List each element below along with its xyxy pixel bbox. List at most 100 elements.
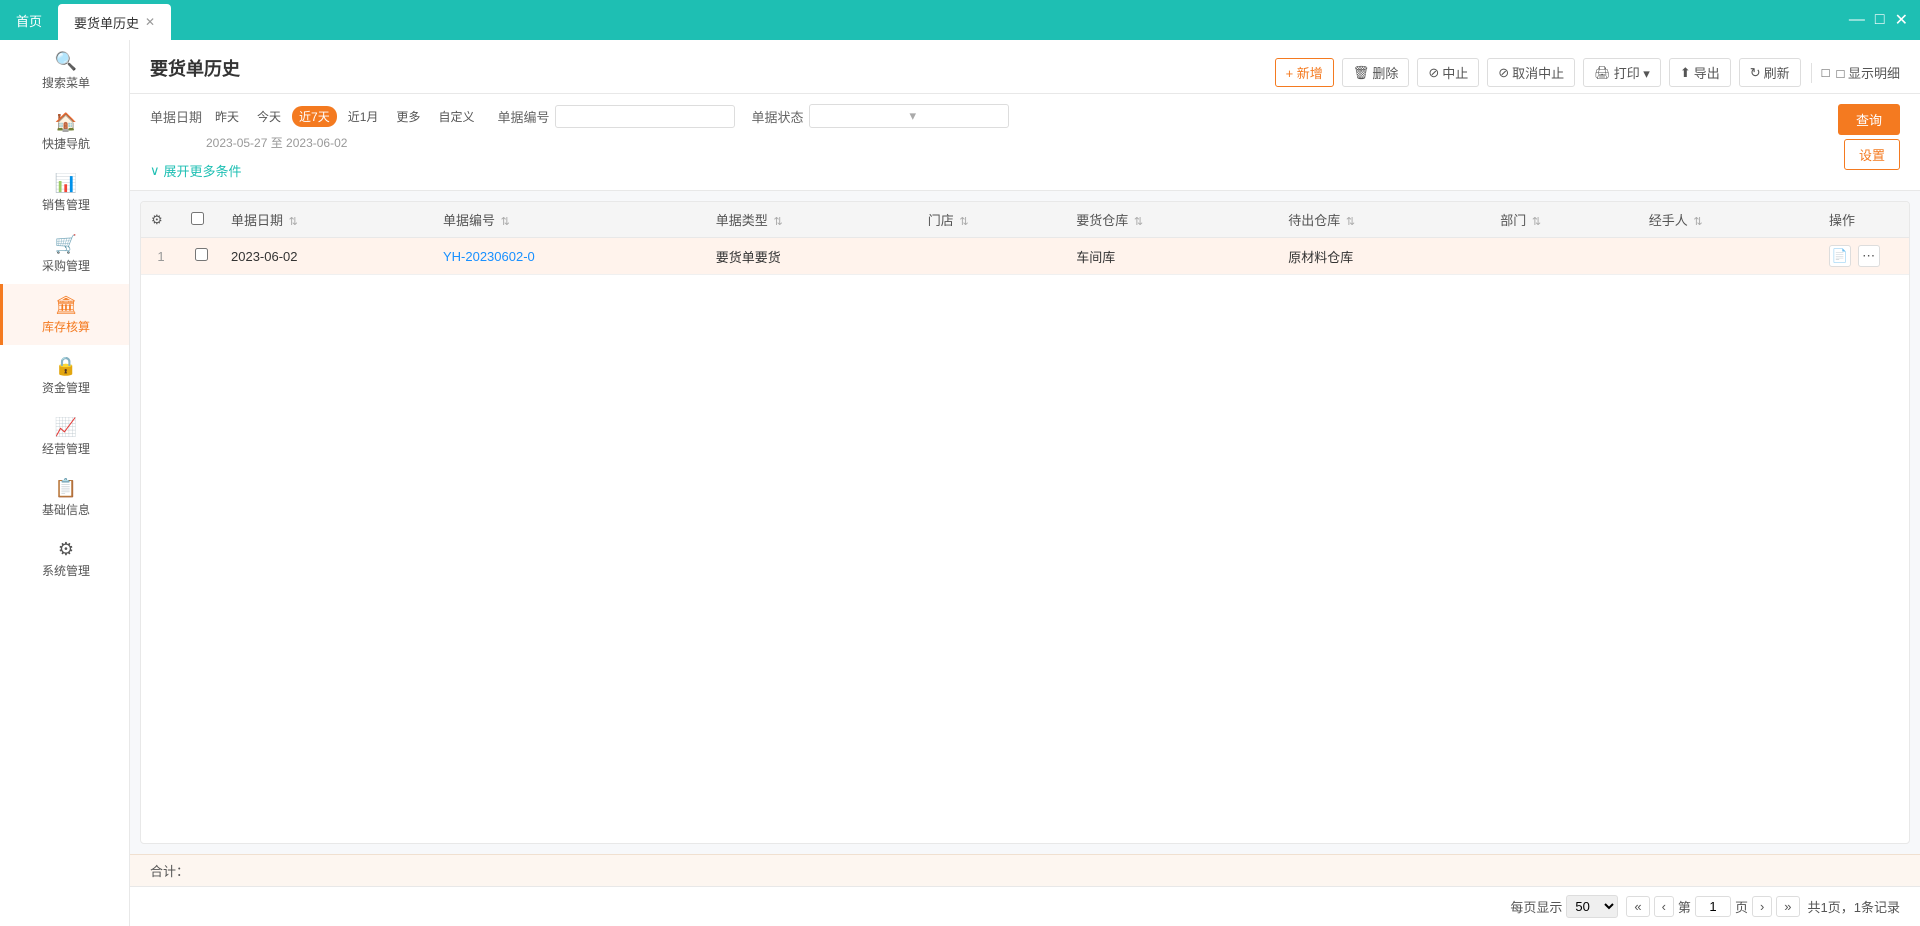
- date-range-text: 2023-05-27 至 2023-06-02: [206, 136, 347, 150]
- col-bill-type[interactable]: 单据类型 ⇅: [706, 202, 918, 238]
- col-store[interactable]: 门店 ⇅: [918, 202, 1067, 238]
- page-nav: « ‹ 第 页 › »: [1626, 896, 1799, 917]
- sidebar-item-operation[interactable]: 📈 经营管理: [0, 406, 129, 467]
- filter-area: 单据日期 昨天 今天 近7天 近1月 更多 自定义 单据编号: [130, 94, 1920, 191]
- sidebar-item-label: 采购管理: [42, 257, 90, 274]
- date-opt-custom[interactable]: 自定义: [431, 106, 481, 127]
- prev-page-btn[interactable]: ‹: [1654, 896, 1674, 917]
- sidebar-item-search[interactable]: 🔍 搜索菜单: [0, 40, 129, 101]
- filter-settings-button[interactable]: 设置: [1844, 139, 1900, 170]
- bill-no-link[interactable]: YH-20230602-0: [443, 249, 535, 264]
- page-number-input[interactable]: [1695, 896, 1731, 917]
- content-area: 要货单历史 + 新增 🗑 删除 ⊘ 中止 ⊘ 取消中止: [130, 40, 1920, 926]
- col-req-warehouse[interactable]: 要货仓库 ⇅: [1066, 202, 1278, 238]
- status-select[interactable]: ▾: [809, 104, 1009, 128]
- sidebar-item-label: 销售管理: [42, 196, 90, 213]
- expand-more-btn[interactable]: ∨ 展开更多条件: [150, 157, 1826, 184]
- minimize-btn[interactable]: —: [1849, 11, 1865, 29]
- date-options: 昨天 今天 近7天 近1月 更多 自定义: [208, 106, 481, 127]
- tab-home[interactable]: 首页: [0, 0, 58, 40]
- col-bill-no[interactable]: 单据编号 ⇅: [433, 202, 706, 238]
- delete-button[interactable]: 🗑 删除: [1342, 58, 1410, 87]
- filter-row-1: 单据日期 昨天 今天 近7天 近1月 更多 自定义 单据编号: [150, 104, 1826, 128]
- data-table: ⚙ 单据日期 ⇅ 单据编号 ⇅: [141, 202, 1909, 275]
- last-page-btn[interactable]: »: [1776, 896, 1799, 917]
- filter-group-status: 单据状态 ▾: [751, 104, 1009, 128]
- row-edit-btn[interactable]: 📄: [1829, 245, 1851, 267]
- cancel-stop-icon: ⊘: [1498, 65, 1509, 81]
- sidebar-item-inventory[interactable]: 🏛 库存核算: [0, 284, 129, 345]
- col-checkbox[interactable]: [181, 202, 221, 238]
- sort-pendwh-icon: ⇅: [1346, 216, 1355, 228]
- page-size-dropdown[interactable]: 10 20 50 100: [1566, 895, 1618, 918]
- chevron-down-icon: ▾: [909, 108, 1000, 124]
- cell-req-warehouse: 车间库: [1066, 238, 1278, 275]
- sort-store-icon: ⇅: [959, 216, 968, 228]
- sidebar: 🔍 搜索菜单 🏠 快捷导航 📊 销售管理 🛒 采购管理 🏛 库存核算 🔒 资金管…: [0, 40, 130, 926]
- select-all-checkbox[interactable]: [191, 212, 204, 225]
- basic-icon: 📋: [55, 479, 77, 497]
- purchase-icon: 🛒: [55, 235, 77, 253]
- expand-icon: ∨: [150, 163, 160, 179]
- tab-close-icon[interactable]: ✕: [145, 15, 155, 29]
- cell-bill-no[interactable]: YH-20230602-0: [433, 238, 706, 275]
- col-pending-warehouse[interactable]: 待出仓库 ⇅: [1278, 202, 1490, 238]
- maximize-btn[interactable]: □: [1875, 11, 1885, 29]
- sidebar-item-label: 基础信息: [42, 501, 90, 518]
- system-icon: ⚙: [58, 540, 74, 558]
- col-department[interactable]: 部门 ⇅: [1490, 202, 1639, 238]
- table-row: 1 2023-06-02 YH-20230602-0 要货单要货 车间库 原材料…: [141, 238, 1909, 275]
- stop-button[interactable]: ⊘ 中止: [1417, 58, 1479, 87]
- main-layout: 🔍 搜索菜单 🏠 快捷导航 📊 销售管理 🛒 采购管理 🏛 库存核算 🔒 资金管…: [0, 40, 1920, 926]
- date-opt-last7[interactable]: 近7天: [292, 106, 337, 127]
- cell-bill-type: 要货单要货: [706, 238, 918, 275]
- close-btn[interactable]: ✕: [1895, 10, 1908, 30]
- row-more-btn[interactable]: ⋯: [1858, 245, 1880, 267]
- date-opt-last-month[interactable]: 近1月: [341, 106, 386, 127]
- top-bar: 首页 要货单历史 ✕ — □ ✕: [0, 0, 1920, 40]
- row-checkbox-cell[interactable]: [181, 238, 221, 275]
- sidebar-item-purchase[interactable]: 🛒 采购管理: [0, 223, 129, 284]
- sidebar-item-system[interactable]: ⚙ 系统管理: [0, 528, 129, 589]
- col-operation: 操作: [1819, 202, 1909, 238]
- sidebar-item-label: 快捷导航: [42, 135, 90, 152]
- query-button[interactable]: 查询: [1838, 104, 1900, 135]
- first-page-btn[interactable]: «: [1626, 896, 1649, 917]
- col-handler[interactable]: 经手人 ⇅: [1639, 202, 1819, 238]
- date-opt-yesterday[interactable]: 昨天: [208, 106, 246, 127]
- filter-group-bill-no: 单据编号: [497, 105, 735, 128]
- top-bar-right: — □ ✕: [1849, 10, 1920, 30]
- filter-actions: 查询 设置: [1838, 104, 1900, 170]
- sidebar-item-label: 经营管理: [42, 440, 90, 457]
- bill-no-input[interactable]: [555, 105, 735, 128]
- sidebar-item-finance[interactable]: 🔒 资金管理: [0, 345, 129, 406]
- sort-dept-icon: ⇅: [1532, 216, 1541, 228]
- tab-yuhuo-history[interactable]: 要货单历史 ✕: [58, 4, 171, 40]
- table-header-row: ⚙ 单据日期 ⇅ 单据编号 ⇅: [141, 202, 1909, 238]
- date-opt-today[interactable]: 今天: [250, 106, 288, 127]
- sort-handler-icon: ⇅: [1693, 216, 1702, 228]
- cell-pending-warehouse: 原材料仓库: [1278, 238, 1490, 275]
- refresh-button[interactable]: ↻ 刷新: [1739, 58, 1801, 87]
- row-checkbox[interactable]: [195, 248, 208, 261]
- col-date[interactable]: 单据日期 ⇅: [221, 202, 433, 238]
- date-opt-more[interactable]: 更多: [389, 106, 427, 127]
- export-button[interactable]: ⬆ 导出: [1669, 58, 1731, 87]
- finance-icon: 🔒: [55, 357, 77, 375]
- next-page-btn[interactable]: ›: [1752, 896, 1772, 917]
- export-icon: ⬆: [1680, 65, 1691, 81]
- inventory-icon: 🏛: [55, 296, 78, 314]
- sort-date-icon: ⇅: [289, 216, 298, 228]
- sidebar-item-shortcut[interactable]: 🏠 快捷导航: [0, 101, 129, 162]
- print-button[interactable]: 🖨 打印 ▾: [1583, 58, 1661, 87]
- sort-reqwh-icon: ⇅: [1134, 216, 1143, 228]
- new-button[interactable]: + 新增: [1275, 58, 1334, 87]
- table-wrapper: ⚙ 单据日期 ⇅ 单据编号 ⇅: [140, 201, 1910, 844]
- sidebar-item-basic[interactable]: 📋 基础信息: [0, 467, 129, 528]
- sidebar-item-sales[interactable]: 📊 销售管理: [0, 162, 129, 223]
- display-detail-btn[interactable]: □ □ 显示明细: [1822, 63, 1900, 82]
- cancel-stop-button[interactable]: ⊘ 取消中止: [1487, 58, 1575, 87]
- footer-summary: 合计：: [130, 854, 1920, 886]
- sidebar-item-label: 系统管理: [42, 562, 90, 579]
- col-settings[interactable]: ⚙: [141, 202, 181, 238]
